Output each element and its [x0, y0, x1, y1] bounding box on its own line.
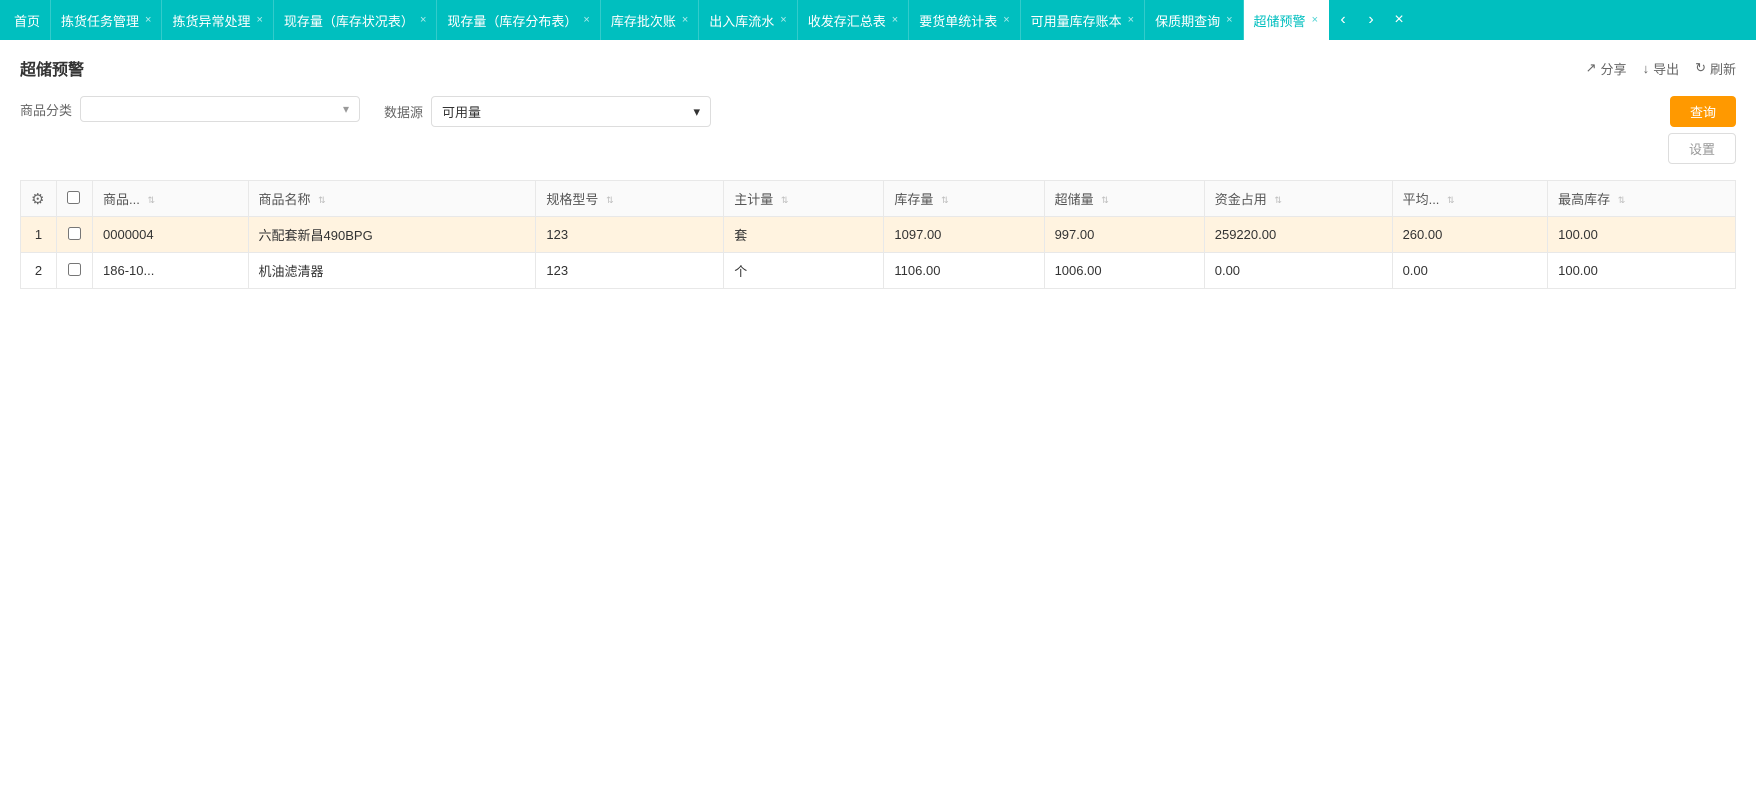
table-header-checkbox[interactable]: [57, 181, 93, 217]
datasource-select[interactable]: 可用量 ▾: [431, 96, 711, 127]
sort-icon: ⇅: [606, 195, 614, 206]
sort-icon: ⇅: [1101, 195, 1109, 206]
nav-tab-demand[interactable]: 要货单统计表 ×: [909, 0, 1020, 40]
row-number: 2: [21, 253, 57, 289]
close-icon[interactable]: ×: [682, 14, 688, 26]
category-select[interactable]: ▾: [80, 96, 360, 122]
table-header-gear[interactable]: ⚙: [21, 181, 57, 217]
main-content: 超储预警 ↗ 分享 ↓ 导出 ↻ 刷新 商品分类 ▾ 数据源: [0, 40, 1756, 800]
nav-tab-task[interactable]: 拣货任务管理 ×: [51, 0, 162, 40]
close-icon[interactable]: ×: [1128, 14, 1134, 26]
select-all-checkbox[interactable]: [67, 191, 80, 204]
nav-more-button[interactable]: ×: [1385, 0, 1413, 40]
stock-qty-cell: 1097.00: [884, 217, 1044, 253]
product-name-cell: 机油滤清器: [248, 253, 536, 289]
data-table: ⚙ 商品... ⇅ 商品名称 ⇅ 规格型号 ⇅ 主计量: [20, 180, 1736, 289]
datasource-label: 数据源: [384, 102, 423, 121]
over-qty-cell: 1006.00: [1044, 253, 1204, 289]
nav-tab-usable[interactable]: 可用量库存账本 ×: [1021, 0, 1145, 40]
nav-tab-home[interactable]: 首页: [4, 0, 51, 40]
spec-cell: 123: [536, 253, 724, 289]
table-header-spec[interactable]: 规格型号 ⇅: [536, 181, 724, 217]
nav-tab-batch[interactable]: 库存批次账 ×: [601, 0, 699, 40]
table-header-avg[interactable]: 平均... ⇅: [1392, 181, 1548, 217]
unit-cell: 套: [724, 217, 884, 253]
sort-icon: ⇅: [318, 195, 326, 206]
table-header-product-code[interactable]: 商品... ⇅: [93, 181, 249, 217]
table-header-row: ⚙ 商品... ⇅ 商品名称 ⇅ 规格型号 ⇅ 主计量: [21, 181, 1736, 217]
stock-qty-cell: 1106.00: [884, 253, 1044, 289]
gear-icon: ⚙: [31, 191, 44, 208]
close-icon[interactable]: ×: [1003, 14, 1009, 26]
product-code-cell: 0000004: [93, 217, 249, 253]
category-filter: 商品分类 ▾: [20, 96, 360, 122]
table-header-over-qty[interactable]: 超储量 ⇅: [1044, 181, 1204, 217]
datasource-filter: 数据源 可用量 ▾: [384, 96, 711, 127]
product-name-cell: 六配套新昌490BPG: [248, 217, 536, 253]
sort-icon: ⇅: [1618, 195, 1626, 206]
nav-tab-stock-dist[interactable]: 现存量（库存分布表） ×: [437, 0, 600, 40]
row-number: 1: [21, 217, 57, 253]
close-icon[interactable]: ×: [1226, 14, 1232, 26]
share-button[interactable]: ↗ 分享: [1586, 59, 1627, 78]
settings-button[interactable]: 设置: [1668, 133, 1736, 164]
category-label: 商品分类: [20, 100, 72, 119]
table-row: 2186-10...机油滤清器123个1106.001006.000.000.0…: [21, 253, 1736, 289]
chevron-down-icon: ▾: [694, 104, 701, 120]
query-button[interactable]: 查询: [1670, 96, 1736, 127]
capital-cell: 259220.00: [1204, 217, 1392, 253]
table-header-max-stock[interactable]: 最高库存 ⇅: [1548, 181, 1736, 217]
table-header-unit[interactable]: 主计量 ⇅: [724, 181, 884, 217]
close-icon[interactable]: ×: [145, 14, 151, 26]
max-stock-cell: 100.00: [1548, 253, 1736, 289]
nav-prev-button[interactable]: ‹: [1329, 0, 1357, 40]
table-header-product-name[interactable]: 商品名称 ⇅: [248, 181, 536, 217]
nav-tab-exception[interactable]: 拣货异常处理 ×: [162, 0, 273, 40]
close-icon[interactable]: ×: [892, 14, 898, 26]
row-checkbox[interactable]: [68, 227, 81, 240]
sort-icon: ⇅: [1447, 195, 1455, 206]
max-stock-cell: 100.00: [1548, 217, 1736, 253]
sort-icon: ⇅: [1274, 195, 1282, 206]
over-qty-cell: 997.00: [1044, 217, 1204, 253]
close-icon[interactable]: ×: [1312, 14, 1318, 26]
nav-tab-expiry[interactable]: 保质期查询 ×: [1145, 0, 1243, 40]
product-code-cell: 186-10...: [93, 253, 249, 289]
table-row: 1 0000004六配套新昌490BPG123套1097.00997.002592…: [21, 217, 1736, 253]
nav-tab-stock-status[interactable]: 现存量（库存状况表） ×: [274, 0, 437, 40]
refresh-button[interactable]: ↻ 刷新: [1695, 59, 1736, 78]
spec-cell: 123: [536, 217, 724, 253]
close-icon[interactable]: ×: [256, 14, 262, 26]
capital-cell: 0.00: [1204, 253, 1392, 289]
row-checkbox-cell[interactable]: [57, 253, 93, 289]
nav-tab-overstock[interactable]: 超储预警 ×: [1244, 0, 1329, 40]
nav-next-button[interactable]: ›: [1357, 0, 1385, 40]
export-icon: ↓: [1643, 61, 1650, 76]
row-checkbox[interactable]: [68, 263, 81, 276]
sort-icon: ⇅: [941, 195, 949, 206]
sort-icon: ⇅: [147, 195, 155, 206]
close-icon[interactable]: ×: [780, 14, 786, 26]
nav-tab-flow[interactable]: 出入库流水 ×: [699, 0, 797, 40]
nav-tab-summary[interactable]: 收发存汇总表 ×: [798, 0, 909, 40]
table-header-stock-qty[interactable]: 库存量 ⇅: [884, 181, 1044, 217]
export-button[interactable]: ↓ 导出: [1643, 59, 1680, 78]
chevron-down-icon: ▾: [343, 102, 349, 116]
top-nav: 首页 拣货任务管理 × 拣货异常处理 × 现存量（库存状况表） × 现存量（库存…: [0, 0, 1756, 40]
refresh-icon: ↻: [1695, 60, 1706, 76]
table-header-capital[interactable]: 资金占用 ⇅: [1204, 181, 1392, 217]
header-actions: ↗ 分享 ↓ 导出 ↻ 刷新: [1586, 59, 1736, 78]
avg-cell: 260.00: [1392, 217, 1548, 253]
avg-cell: 0.00: [1392, 253, 1548, 289]
share-icon: ↗: [1586, 60, 1597, 76]
row-checkbox-cell[interactable]: [57, 217, 93, 253]
sort-icon: ⇅: [781, 195, 789, 206]
close-icon[interactable]: ×: [583, 14, 589, 26]
page-title: 超储预警: [20, 56, 84, 80]
page-header: 超储预警 ↗ 分享 ↓ 导出 ↻ 刷新: [20, 56, 1736, 80]
unit-cell: 个: [724, 253, 884, 289]
close-icon[interactable]: ×: [420, 14, 426, 26]
